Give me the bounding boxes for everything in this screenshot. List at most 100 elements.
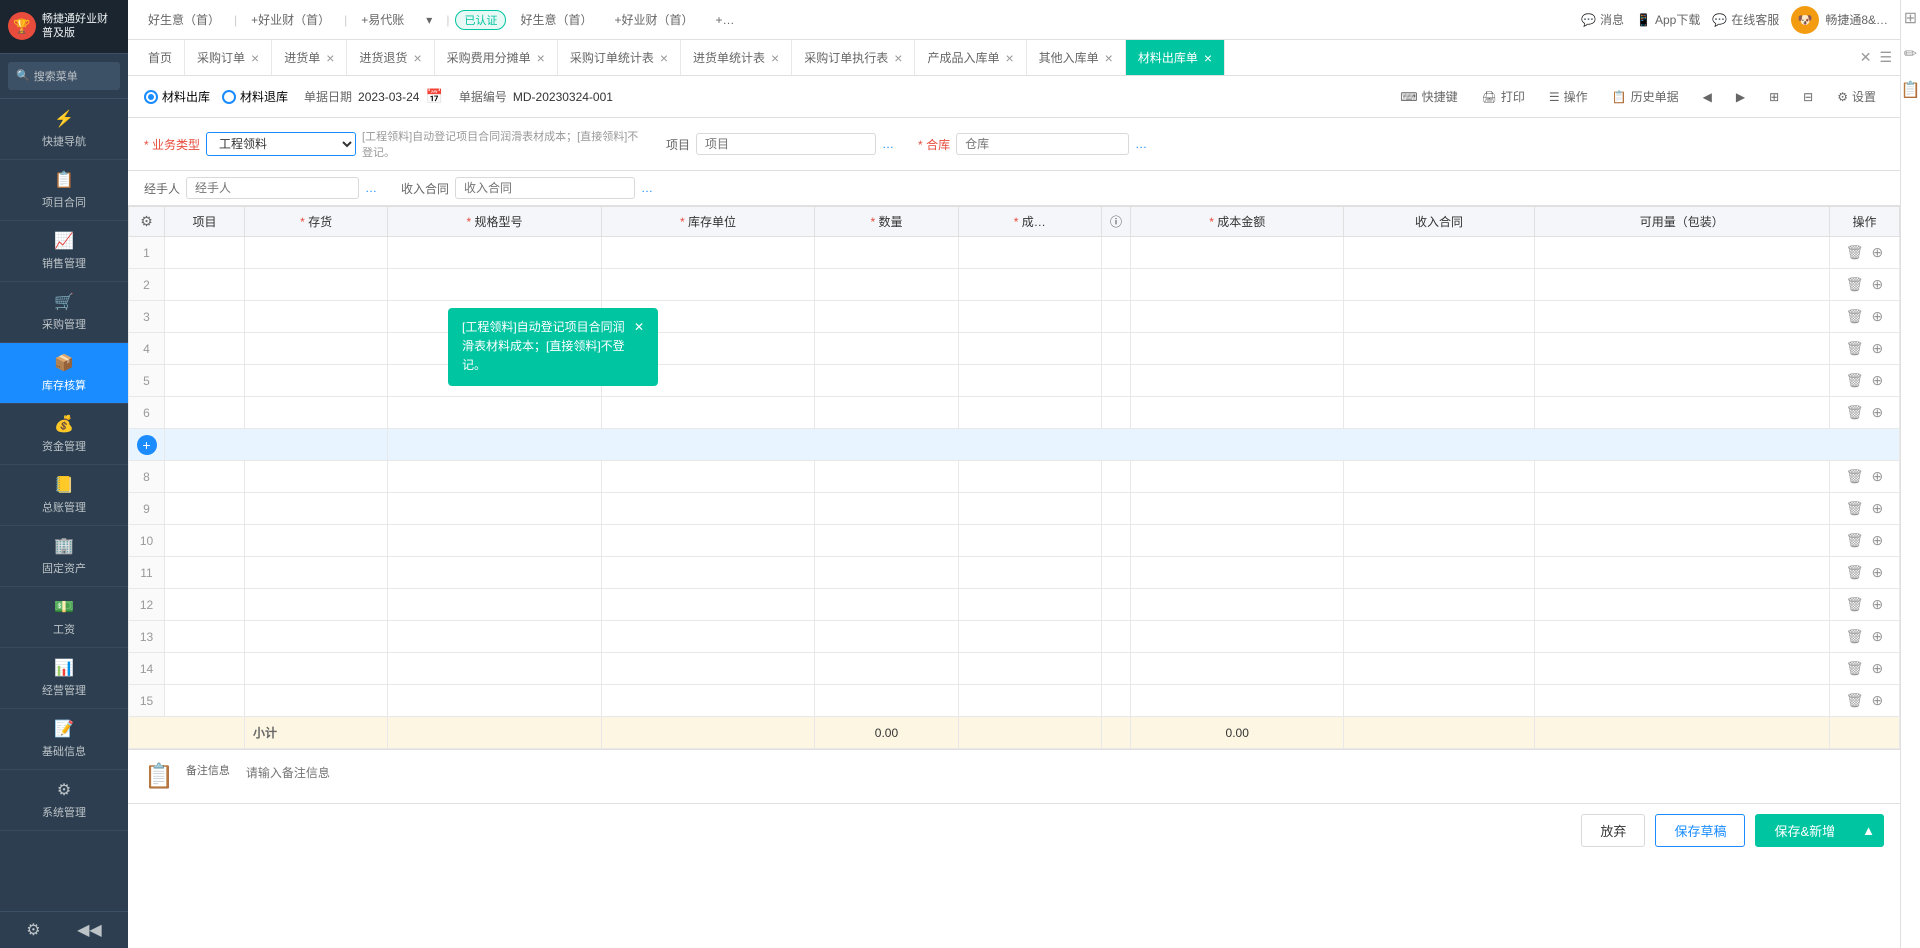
delete-row-button[interactable]: 🗑 [1844, 306, 1866, 327]
copy-row-button[interactable]: ⊕ [1870, 402, 1886, 423]
tab-close-purchase-expense[interactable]: × [537, 50, 545, 66]
row-2-unit[interactable] [601, 269, 815, 301]
row-2-inventory[interactable] [245, 269, 388, 301]
message-button[interactable]: 💬 消息 [1581, 11, 1624, 28]
delete-row-button[interactable]: 🗑 [1844, 402, 1866, 423]
sidebar-item-salary[interactable]: 💵 工资 [0, 587, 128, 648]
topbar-nav-more[interactable]: ▾ [418, 9, 440, 31]
topbar-nav-good-biz[interactable]: 好生意（首） [140, 7, 228, 32]
row-1-cost-amount[interactable] [1130, 237, 1344, 269]
row-2-spec[interactable] [388, 269, 602, 301]
save-new-arrow-button[interactable]: ▲ [1854, 814, 1884, 847]
project-more-icon[interactable]: … [882, 137, 894, 151]
copy-row-button[interactable]: ⊕ [1870, 594, 1886, 615]
tab-close-goods-return[interactable]: × [413, 50, 421, 66]
sidebar-item-operations[interactable]: 📊 经营管理 [0, 648, 128, 709]
topbar-nav-agent[interactable]: +易代账 [353, 7, 412, 32]
save-new-button[interactable]: 保存&新增 [1755, 814, 1854, 847]
save-draft-button[interactable]: 保存草稿 [1655, 814, 1745, 847]
grid-view-2-button[interactable]: ⊟ [1795, 84, 1821, 109]
copy-row-button[interactable]: ⊕ [1870, 562, 1886, 583]
right-panel-btn-1[interactable]: ⊞ [1900, 4, 1920, 32]
row-2-project[interactable] [165, 269, 245, 301]
tab-home[interactable]: 首页 [136, 40, 185, 76]
delete-row-button[interactable]: 🗑 [1844, 626, 1866, 647]
topbar-nav-goodwealth2[interactable]: +好业财（首） [606, 7, 701, 32]
copy-row-2-button[interactable]: ⊕ [1870, 274, 1886, 295]
tab-purchase-order[interactable]: 采购订单 × [185, 40, 272, 76]
delete-row-button[interactable]: 🗑 [1844, 466, 1866, 487]
column-settings-button[interactable]: ⚙ [140, 213, 153, 230]
sidebar-item-ledger[interactable]: 📒 总账管理 [0, 465, 128, 526]
radio-material-out[interactable]: 材料出库 [144, 88, 210, 105]
tab-goods-stats[interactable]: 进货单统计表 × [681, 40, 792, 76]
handler-input[interactable] [186, 177, 359, 199]
shortcut-keys-button[interactable]: ⌨ 快捷键 [1392, 84, 1465, 109]
tab-purchase-stats[interactable]: 采购订单统计表 × [558, 40, 681, 76]
warehouse-more-icon[interactable]: … [1135, 137, 1147, 151]
tab-close-purchase-stats[interactable]: × [660, 50, 668, 66]
sidebar-item-finance[interactable]: 💰 资金管理 [0, 404, 128, 465]
delete-row-button[interactable]: 🗑 [1844, 690, 1866, 711]
copy-row-1-button[interactable]: ⊕ [1870, 242, 1886, 263]
copy-row-button[interactable]: ⊕ [1870, 466, 1886, 487]
discard-button[interactable]: 放弃 [1581, 814, 1645, 847]
row-2-qty[interactable] [815, 269, 958, 301]
sidebar-item-sales[interactable]: 📈 销售管理 [0, 221, 128, 282]
delete-row-button[interactable]: 🗑 [1844, 530, 1866, 551]
sidebar-item-inventory[interactable]: 📦 库存核算 [0, 343, 128, 404]
grid-view-1-button[interactable]: ⊞ [1761, 84, 1787, 109]
tab-order-execution[interactable]: 采购订单执行表 × [792, 40, 915, 76]
tab-purchase-expense[interactable]: 采购费用分摊单 × [435, 40, 558, 76]
business-type-select[interactable]: 工程领料 直接领料 [206, 132, 356, 156]
tab-goods-return[interactable]: 进货退货 × [347, 40, 434, 76]
copy-row-button[interactable]: ⊕ [1870, 690, 1886, 711]
copy-row-button[interactable]: ⊕ [1870, 658, 1886, 679]
income-contract-more-icon[interactable]: … [641, 181, 653, 195]
sidebar-collapse-button[interactable]: ◀◀ [77, 920, 102, 940]
history-records-button[interactable]: 📋 历史单据 [1604, 84, 1687, 109]
user-menu[interactable]: 🐶 畅捷通8&… [1791, 6, 1888, 34]
sidebar-search[interactable]: 🔍 搜索菜单 [0, 54, 128, 99]
delete-row-1-button[interactable]: 🗑 [1844, 242, 1866, 263]
income-contract-input[interactable] [455, 177, 635, 199]
tooltip-close-button[interactable]: ✕ [634, 318, 644, 337]
row-2-cost-amount[interactable] [1130, 269, 1344, 301]
warehouse-input[interactable] [956, 133, 1129, 155]
sidebar-item-basic[interactable]: 📝 基础信息 [0, 709, 128, 770]
copy-row-button[interactable]: ⊕ [1870, 626, 1886, 647]
copy-row-button[interactable]: ⊕ [1870, 370, 1886, 391]
radio-material-return[interactable]: 材料退库 [222, 88, 288, 105]
tab-close-order-execution[interactable]: × [894, 50, 902, 66]
row-2-cost[interactable] [958, 269, 1101, 301]
row-1-cost[interactable] [958, 237, 1101, 269]
copy-row-button[interactable]: ⊕ [1870, 530, 1886, 551]
right-panel-btn-2[interactable]: ✏ [1900, 40, 1920, 68]
sidebar-settings-button[interactable]: ⚙ [26, 920, 40, 940]
handler-more-icon[interactable]: … [365, 181, 377, 195]
tab-close-material-out[interactable]: × [1204, 50, 1212, 66]
delete-row-button[interactable]: 🗑 [1844, 370, 1866, 391]
tab-close-purchase-order[interactable]: × [251, 50, 259, 66]
tab-close-other-in[interactable]: × [1105, 50, 1113, 66]
sidebar-item-fixed[interactable]: 🏢 固定资产 [0, 526, 128, 587]
sidebar-item-project[interactable]: 📋 项目合同 [0, 160, 128, 221]
project-input[interactable] [696, 133, 876, 155]
copy-row-button[interactable]: ⊕ [1870, 306, 1886, 327]
sidebar-item-purchase[interactable]: 🛒 采购管理 [0, 282, 128, 343]
settings-button[interactable]: ⚙ 设置 [1829, 84, 1884, 109]
copy-row-button[interactable]: ⊕ [1870, 338, 1886, 359]
prev-record-button[interactable]: ◀ [1695, 84, 1720, 109]
tab-goods-in[interactable]: 进货单 × [272, 40, 347, 76]
right-panel-btn-3[interactable]: 📋 [1897, 76, 1920, 104]
delete-row-2-button[interactable]: 🗑 [1844, 274, 1866, 295]
topbar-nav-more2[interactable]: +… [707, 9, 742, 31]
row-1-project[interactable] [165, 237, 245, 269]
delete-row-button[interactable]: 🗑 [1844, 498, 1866, 519]
app-download-button[interactable]: 📱 App下载 [1636, 11, 1700, 28]
tab-other-in[interactable]: 其他入库单 × [1027, 40, 1126, 76]
sidebar-item-quick-nav[interactable]: ⚡ 快捷导航 [0, 99, 128, 160]
operations-button[interactable]: ☰ 操作 [1541, 84, 1596, 109]
online-support-button[interactable]: 💬 在线客服 [1712, 11, 1779, 28]
row-1-inventory[interactable] [245, 237, 388, 269]
